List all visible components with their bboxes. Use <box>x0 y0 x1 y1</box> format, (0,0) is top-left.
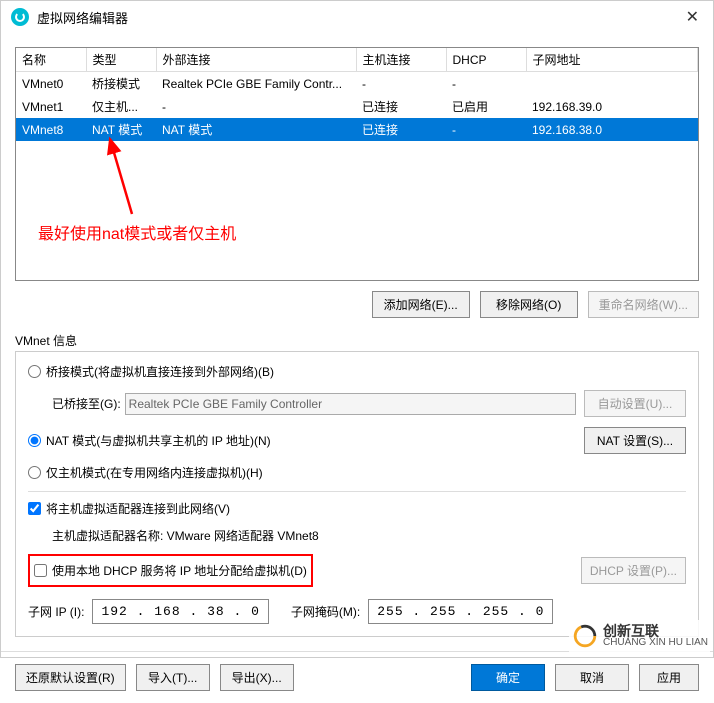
bridge-adapter-select: Realtek PCIe GBE Family Controller <box>125 393 576 415</box>
col-host[interactable]: 主机连接 <box>356 48 446 72</box>
dhcp-row: 使用本地 DHCP 服务将 IP 地址分配给虚拟机(D) DHCP 设置(P).… <box>28 554 686 587</box>
export-button[interactable]: 导出(X)... <box>220 664 294 691</box>
logo-text: 创新互联 CHUANG XIN HU LIAN <box>603 624 708 648</box>
col-subnet[interactable]: 子网地址 <box>526 48 698 72</box>
nat-mode-row: NAT 模式(与虚拟机共享主机的 IP 地址)(N) NAT 设置(S)... <box>28 427 686 454</box>
col-name[interactable]: 名称 <box>16 48 86 72</box>
dhcp-checkbox[interactable]: 使用本地 DHCP 服务将 IP 地址分配给虚拟机(D) <box>34 562 307 579</box>
bridge-adapter-row: 已桥接至(G): Realtek PCIe GBE Family Control… <box>52 390 686 417</box>
subnet-mask-input[interactable]: 255 . 255 . 255 . 0 <box>368 599 553 624</box>
titlebar: 虚拟网络编辑器 ✕ <box>1 1 713 33</box>
ok-button[interactable]: 确定 <box>471 664 545 691</box>
adapter-name-row: 主机虚拟适配器名称: VMware 网络适配器 VMnet8 <box>52 527 686 544</box>
table-row-selected[interactable]: VMnet8 NAT 模式 NAT 模式 已连接 - 192.168.38.0 <box>16 118 698 141</box>
dhcp-highlight-box: 使用本地 DHCP 服务将 IP 地址分配给虚拟机(D) <box>28 554 313 587</box>
window-frame: 虚拟网络编辑器 ✕ 名称 类型 外部连接 主机连接 DHCP 子网地址 <box>0 0 714 658</box>
apply-button[interactable]: 应用 <box>639 664 699 691</box>
table-row[interactable]: VMnet1 仅主机... - 已连接 已启用 192.168.39.0 <box>16 95 698 118</box>
annotation-text: 最好使用nat模式或者仅主机 <box>38 220 236 244</box>
adapter-name-label: 主机虚拟适配器名称: VMware 网络适配器 VMnet8 <box>52 527 319 544</box>
col-type[interactable]: 类型 <box>86 48 156 72</box>
watermark-logo: 创新互联 CHUANG XIN HU LIAN <box>569 620 710 652</box>
dhcp-settings-button: DHCP 设置(P)... <box>581 557 686 584</box>
table-button-row: 添加网络(E)... 移除网络(O) 重命名网络(W)... <box>15 291 699 318</box>
add-network-button[interactable]: 添加网络(E)... <box>372 291 470 318</box>
separator <box>28 491 686 492</box>
bridge-to-label: 已桥接至(G): <box>52 395 121 412</box>
subnet-ip-label: 子网 IP (I): <box>28 603 84 620</box>
nat-mode-radio[interactable]: NAT 模式(与虚拟机共享主机的 IP 地址)(N) <box>28 432 271 449</box>
network-table: 名称 类型 外部连接 主机连接 DHCP 子网地址 VMnet0 桥接模式 Re… <box>16 48 698 141</box>
col-dhcp[interactable]: DHCP <box>446 48 526 72</box>
window-title: 虚拟网络编辑器 <box>37 8 128 27</box>
bridge-mode-row: 桥接模式(将虚拟机直接连接到外部网络)(B) <box>28 363 686 380</box>
close-icon[interactable]: ✕ <box>682 7 703 27</box>
table-row[interactable]: VMnet0 桥接模式 Realtek PCIe GBE Family Cont… <box>16 72 698 96</box>
network-table-container: 名称 类型 外部连接 主机连接 DHCP 子网地址 VMnet0 桥接模式 Re… <box>15 47 699 281</box>
connect-host-checkbox[interactable]: 将主机虚拟适配器连接到此网络(V) <box>28 500 230 517</box>
restore-defaults-button[interactable]: 还原默认设置(R) <box>15 664 126 691</box>
hostonly-mode-radio[interactable]: 仅主机模式(在专用网络内连接虚拟机)(H) <box>28 464 263 481</box>
nat-settings-button[interactable]: NAT 设置(S)... <box>584 427 686 454</box>
remove-network-button[interactable]: 移除网络(O) <box>480 291 578 318</box>
content-area: 名称 类型 外部连接 主机连接 DHCP 子网地址 VMnet0 桥接模式 Re… <box>1 33 713 651</box>
vmnet-info-label: VMnet 信息 <box>15 332 699 349</box>
footer-bar: 还原默认设置(R) 导入(T)... 导出(X)... 确定 取消 应用 <box>1 651 713 703</box>
rename-network-button: 重命名网络(W)... <box>588 291 699 318</box>
auto-set-button: 自动设置(U)... <box>584 390 686 417</box>
subnet-ip-input[interactable]: 192 . 168 . 38 . 0 <box>92 599 268 624</box>
cancel-button[interactable]: 取消 <box>555 664 629 691</box>
col-external[interactable]: 外部连接 <box>156 48 356 72</box>
app-icon <box>11 8 29 26</box>
subnet-mask-label: 子网掩码(M): <box>291 603 360 620</box>
vmnet-info-panel: 桥接模式(将虚拟机直接连接到外部网络)(B) 已桥接至(G): Realtek … <box>15 351 699 637</box>
import-button[interactable]: 导入(T)... <box>136 664 210 691</box>
hostonly-mode-row: 仅主机模式(在专用网络内连接虚拟机)(H) <box>28 464 686 481</box>
connect-host-row: 将主机虚拟适配器连接到此网络(V) <box>28 500 686 517</box>
annotation-arrow-icon <box>102 134 152 219</box>
logo-icon <box>571 622 599 650</box>
bridge-mode-radio[interactable]: 桥接模式(将虚拟机直接连接到外部网络)(B) <box>28 363 274 380</box>
